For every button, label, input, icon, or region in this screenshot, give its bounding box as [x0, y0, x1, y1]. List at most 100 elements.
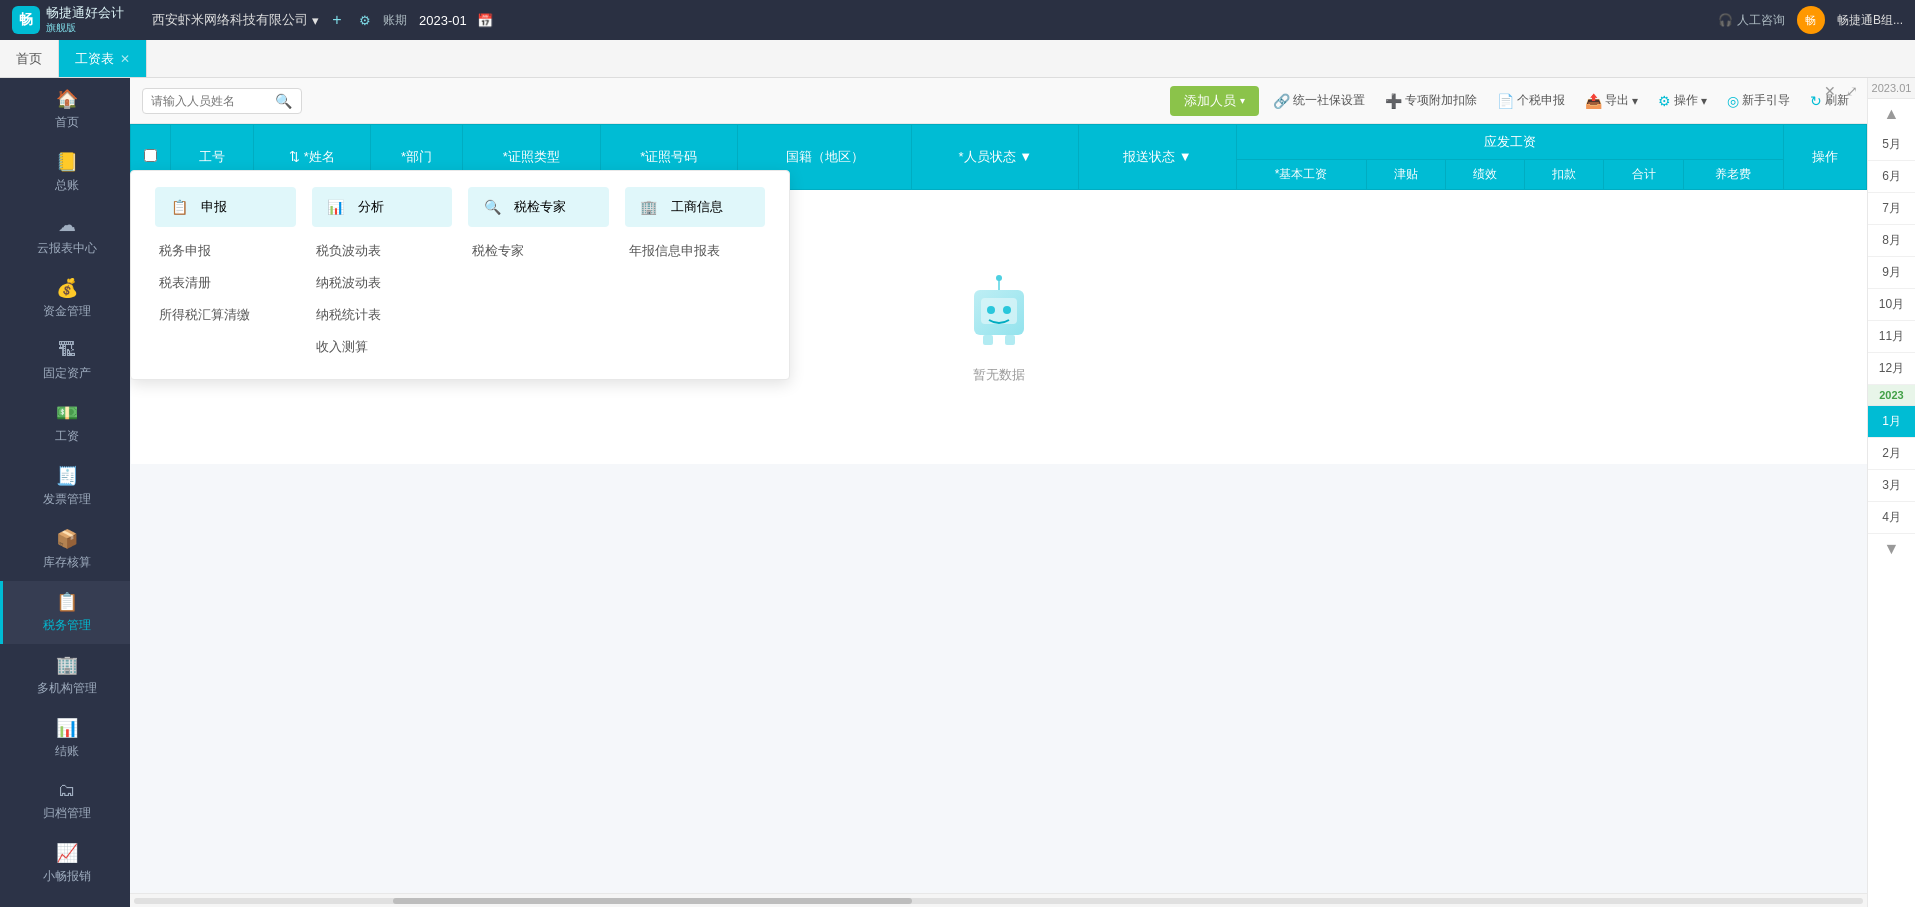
tab-home-label: 首页 — [16, 50, 42, 68]
sort-name-icon: ⇅ — [289, 149, 300, 164]
special-deduction-button[interactable]: ➕ 专项附加扣除 — [1379, 88, 1483, 113]
tab-salary-close[interactable]: ✕ — [120, 52, 130, 66]
sidebar-item-fixed-assets[interactable]: 🏗 固定资产 — [0, 330, 130, 392]
special-deduction-icon: ➕ — [1385, 93, 1402, 109]
calendar-icon[interactable]: 📅 — [475, 10, 495, 30]
date-month-1-2023[interactable]: 1月 — [1868, 406, 1915, 438]
th-pension: 养老费 — [1683, 160, 1783, 190]
scroll-thumb[interactable] — [393, 898, 912, 904]
date-month-9-2022[interactable]: 9月 — [1868, 257, 1915, 289]
menu-item-income-tax-settlement[interactable]: 所得税汇算清缴 — [155, 299, 296, 331]
company-dropdown-icon: ▾ — [312, 13, 319, 28]
select-all-checkbox[interactable] — [144, 149, 157, 162]
search-wrapper: 🔍 — [142, 88, 302, 114]
top-bar: 畅 畅捷通好会计 旗舰版 西安虾米网络科技有限公司 ▾ + ⚙ 账期 2023-… — [0, 0, 1915, 40]
date-month-2-2023[interactable]: 2月 — [1868, 438, 1915, 470]
menu-item-tax-expert[interactable]: 税检专家 — [468, 235, 609, 267]
add-person-button[interactable]: 添加人员 ▾ — [1170, 86, 1259, 116]
menu-item-tax-declaration[interactable]: 税务申报 — [155, 235, 296, 267]
menu-item-tax-fluctuation[interactable]: 纳税波动表 — [312, 267, 453, 299]
filter-icon-report[interactable]: ▼ — [1179, 149, 1192, 164]
date-month-5-2022[interactable]: 5月 — [1868, 129, 1915, 161]
sidebar-item-tax[interactable]: 📋 税务管理 — [0, 581, 130, 644]
current-year-label: 2023 — [1868, 385, 1915, 406]
settings-icon[interactable]: ⚙ — [355, 10, 375, 30]
sidebar-item-invoice[interactable]: 🧾 发票管理 — [0, 455, 130, 518]
report-sales-icon: 📈 — [56, 842, 78, 864]
top-bar-left: 畅 畅捷通好会计 旗舰版 西安虾米网络科技有限公司 ▾ + ⚙ 账期 2023-… — [12, 5, 495, 35]
date-month-12-2022[interactable]: 12月 — [1868, 353, 1915, 385]
sidebar-item-capital[interactable]: 💰 资金管理 — [0, 267, 130, 330]
company-name: 西安虾米网络科技有限公司 — [152, 11, 308, 29]
export-dropdown-arrow: ▾ — [1632, 94, 1638, 108]
tab-salary[interactable]: 工资表 ✕ — [59, 40, 147, 77]
date-month-3-2023[interactable]: 3月 — [1868, 470, 1915, 502]
sidebar-label-multi-org: 多机构管理 — [37, 680, 97, 697]
new-guide-toolbar-button[interactable]: ◎ 新手引导 — [1721, 88, 1796, 113]
svg-rect-1 — [981, 298, 1017, 324]
dropdown-col-tax-expert-header: 🔍 税检专家 — [468, 187, 609, 227]
date-month-8-2022[interactable]: 8月 — [1868, 225, 1915, 257]
sidebar-item-cloud-report[interactable]: ☁ 云报表中心 — [0, 204, 130, 267]
th-performance: 绩效 — [1445, 160, 1524, 190]
operations-label: 操作 — [1674, 92, 1698, 109]
date-month-6-2022[interactable]: 6月 — [1868, 161, 1915, 193]
menu-item-tax-burden-fluctuation[interactable]: 税负波动表 — [312, 235, 453, 267]
menu-item-tax-table-register[interactable]: 税表清册 — [155, 267, 296, 299]
search-input[interactable] — [151, 94, 271, 108]
salary-icon: 💵 — [56, 402, 78, 424]
date-nav-down-button[interactable]: ▼ — [1868, 534, 1915, 564]
scroll-track — [134, 898, 1863, 904]
date-month-4-2023[interactable]: 4月 — [1868, 502, 1915, 534]
search-icon: 🔍 — [275, 93, 292, 109]
company-selector[interactable]: 西安虾米网络科技有限公司 ▾ — [152, 11, 319, 29]
operations-dropdown-arrow: ▾ — [1701, 94, 1707, 108]
sidebar-label-inventory: 库存核算 — [43, 554, 91, 571]
sidebar-item-ledger[interactable]: 📒 总账 — [0, 141, 130, 204]
content-area: ✕ ⤢ 🔍 添加人员 ▾ 🔗 统一社保设置 ➕ 专项附加扣除 📄 — [130, 78, 1867, 907]
dropdown-col-biz-info-header: 🏢 工商信息 — [625, 187, 766, 227]
multi-org-icon: 🏢 — [56, 654, 78, 676]
sidebar-item-multi-org[interactable]: 🏢 多机构管理 — [0, 644, 130, 707]
sidebar-item-report-sales[interactable]: 📈 小畅报销 — [0, 832, 130, 895]
dropdown-col-analysis-header: 📊 分析 — [312, 187, 453, 227]
tab-home[interactable]: 首页 — [0, 40, 59, 77]
sidebar-item-archive[interactable]: 🗂 归档管理 — [0, 770, 130, 832]
menu-item-income-forecast[interactable]: 收入测算 — [312, 331, 453, 363]
th-payroll: 应发工资 — [1236, 125, 1783, 160]
operations-button[interactable]: ⚙ 操作 ▾ — [1652, 88, 1713, 113]
sidebar-label-report-sales: 小畅报销 — [43, 868, 91, 885]
sidebar-label-ledger: 总账 — [55, 177, 79, 194]
ledger-icon: 📒 — [56, 151, 78, 173]
archive-icon: 🗂 — [58, 780, 76, 801]
window-close-button[interactable]: ✕ — [1821, 82, 1839, 100]
sidebar-item-inventory[interactable]: 📦 库存核算 — [0, 518, 130, 581]
capital-icon: 💰 — [56, 277, 78, 299]
menu-item-tax-stats[interactable]: 纳税统计表 — [312, 299, 453, 331]
declaration-title: 申报 — [201, 198, 227, 216]
settlement-icon: 📊 — [56, 717, 78, 739]
sidebar-label-invoice: 发票管理 — [43, 491, 91, 508]
sidebar-item-basic-settings[interactable]: ⚙ 基础设置 — [0, 895, 130, 907]
th-report-status: 报送状态 ▼ — [1079, 125, 1237, 190]
sidebar-item-settlement[interactable]: 📊 结账 — [0, 707, 130, 770]
th-personnel-status: *人员状态 ▼ — [912, 125, 1079, 190]
window-expand-button[interactable]: ⤢ — [1843, 82, 1861, 100]
tax-icon: 📋 — [56, 591, 78, 613]
date-month-11-2022[interactable]: 11月 — [1868, 321, 1915, 353]
social-security-button[interactable]: 🔗 统一社保设置 — [1267, 88, 1371, 113]
sidebar-item-home[interactable]: 🏠 首页 — [0, 78, 130, 141]
date-nav-up-button[interactable]: ▲ — [1868, 99, 1915, 129]
new-guide-toolbar-icon: ◎ — [1727, 93, 1739, 109]
date-month-10-2022[interactable]: 10月 — [1868, 289, 1915, 321]
top-bar-right: 🎧 人工咨询 畅 畅捷通B组... — [1718, 6, 1903, 34]
sidebar-item-salary[interactable]: 💵 工资 — [0, 392, 130, 455]
add-company-button[interactable]: + — [327, 10, 347, 30]
filter-icon-personnel[interactable]: ▼ — [1019, 149, 1032, 164]
menu-item-annual-report[interactable]: 年报信息申报表 — [625, 235, 766, 267]
customer-service-button[interactable]: 🎧 人工咨询 — [1718, 12, 1785, 29]
individual-tax-button[interactable]: 📄 个税申报 — [1491, 88, 1571, 113]
export-button[interactable]: 📤 导出 ▾ — [1579, 88, 1644, 113]
invoice-icon: 🧾 — [56, 465, 78, 487]
date-month-7-2022[interactable]: 7月 — [1868, 193, 1915, 225]
